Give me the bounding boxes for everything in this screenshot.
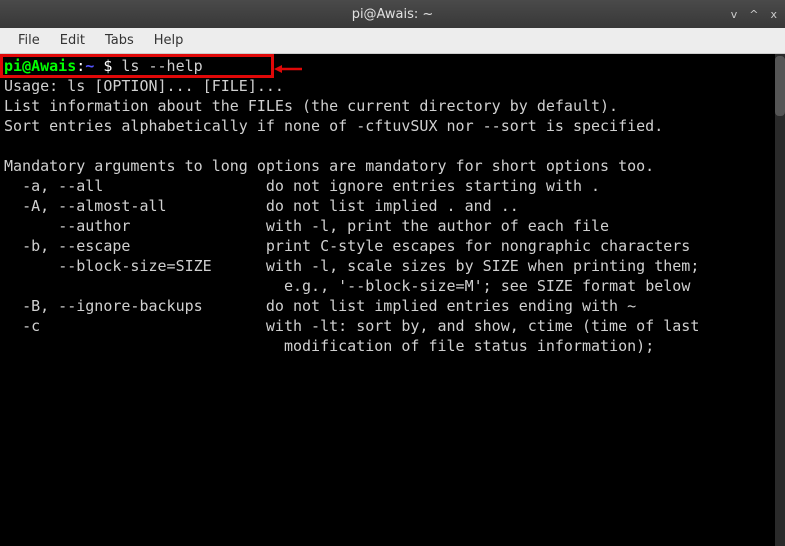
output-line: -c with -lt: sort by, and show, ctime (t… (4, 317, 699, 335)
output-line: -b, --escape print C-style escapes for n… (4, 237, 690, 255)
scrollbar-thumb[interactable] (775, 56, 785, 116)
maximize-button[interactable]: ^ (749, 8, 758, 21)
prompt-dollar: $ (94, 57, 121, 75)
output-line: Sort entries alphabetically if none of -… (4, 117, 663, 135)
output-line: e.g., '--block-size=M'; see SIZE format … (4, 277, 690, 295)
output-line: Mandatory arguments to long options are … (4, 157, 654, 175)
output-line: -a, --all do not ignore entries starting… (4, 177, 600, 195)
menubar: File Edit Tabs Help (0, 28, 785, 54)
menu-tabs[interactable]: Tabs (95, 30, 144, 51)
output-line: --author with -l, print the author of ea… (4, 217, 609, 235)
window-title: pi@Awais: ~ (352, 7, 434, 22)
scrollbar[interactable] (775, 54, 785, 546)
window-controls: v ^ x (731, 8, 777, 21)
prompt-command: ls --help (121, 57, 202, 75)
prompt-at: @ (22, 57, 31, 75)
prompt-user: pi (4, 57, 22, 75)
minimize-button[interactable]: v (731, 8, 738, 21)
output-line: -A, --almost-all do not list implied . a… (4, 197, 519, 215)
output-line: modification of file status information)… (4, 337, 654, 355)
close-button[interactable]: x (770, 8, 777, 21)
prompt-host: Awais (31, 57, 76, 75)
prompt-line: pi@Awais:~ $ ls --help (4, 56, 203, 76)
menu-edit[interactable]: Edit (50, 30, 95, 51)
window-titlebar: pi@Awais: ~ v ^ x (0, 0, 785, 28)
prompt-colon: : (76, 57, 85, 75)
output-line: List information about the FILEs (the cu… (4, 97, 618, 115)
menu-help[interactable]: Help (144, 30, 194, 51)
prompt-path: ~ (85, 57, 94, 75)
output-line: Usage: ls [OPTION]... [FILE]... (4, 77, 284, 95)
output-line: --block-size=SIZE with -l, scale sizes b… (4, 257, 699, 275)
output-line: -B, --ignore-backups do not list implied… (4, 297, 636, 315)
terminal-area[interactable]: pi@Awais:~ $ ls --help Usage: ls [OPTION… (0, 54, 785, 546)
menu-file[interactable]: File (8, 30, 50, 51)
